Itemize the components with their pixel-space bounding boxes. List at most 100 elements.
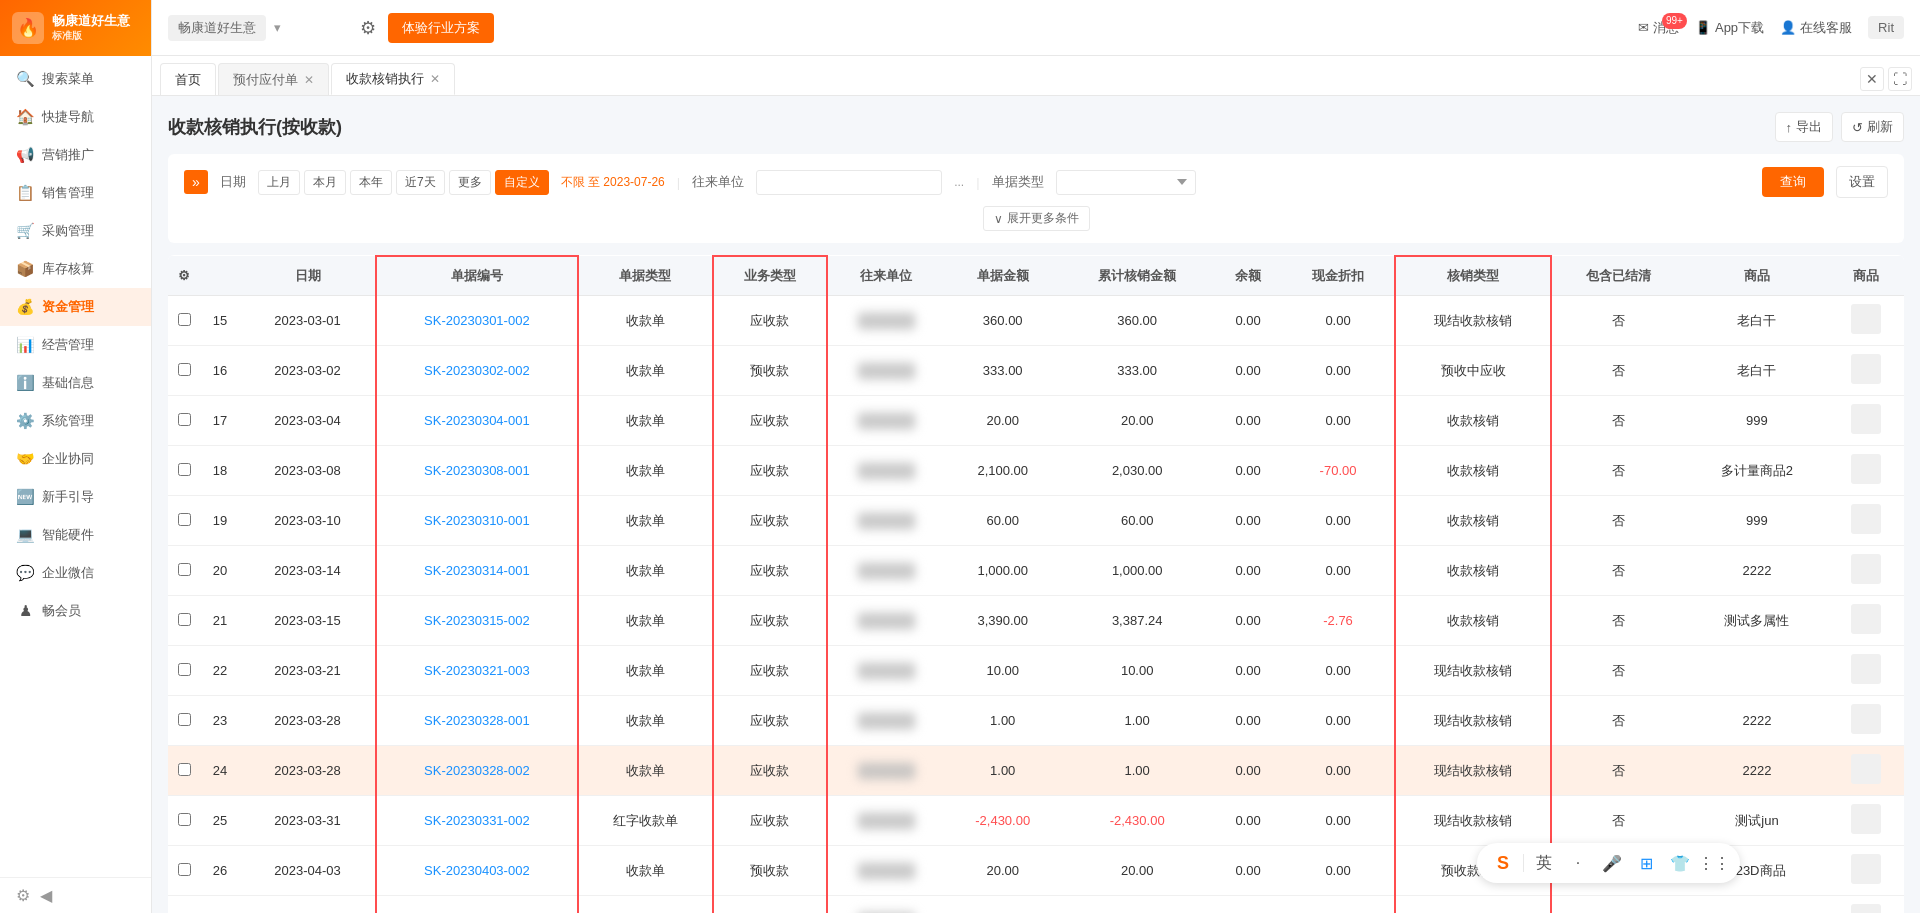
cell-settings[interactable] [168,296,200,346]
sidebar-item-capital[interactable]: 💰 资金管理 [0,288,151,326]
sidebar-item-purchase[interactable]: 🛒 采购管理 [0,212,151,250]
cell-accum-cancel: 3,387.24 [1061,596,1214,646]
dot-icon[interactable]: · [1564,849,1592,877]
shirt-icon[interactable]: 👕 [1666,849,1694,877]
table-row[interactable]: 19 2023-03-10 SK-20230310-001 收款单 应收款 ██… [168,496,1904,546]
cell-settings[interactable] [168,446,200,496]
sidebar-item-search[interactable]: 🔍 搜索菜单 [0,60,151,98]
date-this-month[interactable]: 本月 [304,170,346,195]
topbar-gear-icon[interactable]: ⚙ [360,17,376,39]
query-button[interactable]: 查询 [1762,167,1824,197]
partner-input[interactable] [756,170,942,195]
sidebar-item-quicknav[interactable]: 🏠 快捷导航 [0,98,151,136]
refresh-button[interactable]: ↺ 刷新 [1841,112,1904,142]
cell-bill-no[interactable]: SK-20230314-001 [376,546,577,596]
sidebar-item-marketing[interactable]: 📢 营销推广 [0,136,151,174]
cell-bill-type: 收款单 [578,846,713,896]
online-service-button[interactable]: 👤 在线客服 [1780,19,1852,37]
tab-prepay[interactable]: 预付应付单 ✕ [218,63,329,95]
cell-bill-no[interactable]: SK-20230315-002 [376,596,577,646]
settings-bottom-icon[interactable]: ⚙ [16,886,30,905]
table-row[interactable]: 17 2023-03-04 SK-20230304-001 收款单 应收款 ██… [168,396,1904,446]
floating-toolbar: S 英 · 🎤 ⊞ 👕 ⋮⋮ [1477,843,1740,883]
cell-partner: ██████ [827,746,945,796]
cell-bill-no[interactable]: SK-20230321-003 [376,646,577,696]
table-row[interactable]: 20 2023-03-14 SK-20230314-001 收款单 应收款 ██… [168,546,1904,596]
collapse-icon[interactable]: ◀ [40,886,52,905]
grid-icon[interactable]: ⊞ [1632,849,1660,877]
tab-prepay-close-icon[interactable]: ✕ [304,73,314,87]
sidebar-item-basic[interactable]: ℹ️ 基础信息 [0,364,151,402]
date-this-year[interactable]: 本年 [350,170,392,195]
filter-more-icon[interactable]: ... [954,175,964,189]
brand-arrow-icon[interactable]: ▾ [274,20,281,35]
cell-bill-no[interactable]: SK-20230310-001 [376,496,577,546]
tab-home[interactable]: 首页 [160,63,216,95]
english-icon[interactable]: 英 [1530,849,1558,877]
sidebar-item-member[interactable]: ♟ 畅会员 [0,592,151,630]
messages-button[interactable]: ✉ 消息 99+ [1638,19,1679,37]
cell-settings[interactable] [168,746,200,796]
tab-receipts[interactable]: 收款核销执行 ✕ [331,63,455,95]
date-last-month[interactable]: 上月 [258,170,300,195]
date-more[interactable]: 更多 [449,170,491,195]
cell-bill-no[interactable]: SK-20230328-001 [376,696,577,746]
cell-bill-no[interactable]: SK-20230331-002 [376,796,577,846]
col-settings[interactable]: ⚙ [168,256,200,296]
cell-settings[interactable] [168,796,200,846]
cell-partner: ██████ [827,696,945,746]
sidebar-item-guide[interactable]: 🆕 新手引导 [0,478,151,516]
sidebar-item-corp[interactable]: 🤝 企业协同 [0,440,151,478]
sidebar-item-wechat[interactable]: 💬 企业微信 [0,554,151,592]
cell-settings[interactable] [168,846,200,896]
table-row[interactable]: 23 2023-03-28 SK-20230328-001 收款单 应收款 ██… [168,696,1904,746]
cell-settings[interactable] [168,546,200,596]
app-download-button[interactable]: 📱 App下载 [1695,19,1764,37]
apps-icon[interactable]: ⋮⋮ [1700,849,1728,877]
user-info[interactable]: Rit [1868,16,1904,39]
date-7days[interactable]: 近7天 [396,170,445,195]
cell-goods-img [1829,346,1904,396]
brand-text: 畅康道好生意 [168,15,266,41]
filter-toggle-button[interactable]: » [184,170,208,194]
mic-icon[interactable]: 🎤 [1598,849,1626,877]
tab-receipts-close-icon[interactable]: ✕ [430,72,440,86]
sidebar-item-sales[interactable]: 📋 销售管理 [0,174,151,212]
cell-settings[interactable] [168,646,200,696]
cell-bill-no[interactable]: SK-20230328-002 [376,746,577,796]
cell-settings[interactable] [168,396,200,446]
table-row[interactable]: 21 2023-03-15 SK-20230315-002 收款单 应收款 ██… [168,596,1904,646]
table-row[interactable]: 22 2023-03-21 SK-20230321-003 收款单 应收款 ██… [168,646,1904,696]
date-custom[interactable]: 自定义 [495,170,549,195]
cell-bill-no[interactable]: SK-20230308-001 [376,446,577,496]
sougou-icon[interactable]: S [1489,849,1517,877]
table-row[interactable]: 15 2023-03-01 SK-20230301-002 收款单 应收款 ██… [168,296,1904,346]
table-row[interactable]: 27 2023-04-08 SK-20230408-001 收款单 应收款 ██… [168,896,1904,914]
tab-close-button[interactable]: ✕ [1860,67,1884,91]
sidebar-item-hardware[interactable]: 💻 智能硬件 [0,516,151,554]
cell-bill-no[interactable]: SK-20230403-002 [376,846,577,896]
tab-expand-button[interactable]: ⛶ [1888,67,1912,91]
table-row[interactable]: 16 2023-03-02 SK-20230302-002 收款单 预收款 ██… [168,346,1904,396]
sidebar-item-system[interactable]: ⚙️ 系统管理 [0,402,151,440]
cell-bill-no[interactable]: SK-20230304-001 [376,396,577,446]
export-button[interactable]: ↑ 导出 [1775,112,1834,142]
settings-button[interactable]: 设置 [1836,166,1888,198]
cell-bill-no[interactable]: SK-20230301-002 [376,296,577,346]
cell-settings[interactable] [168,696,200,746]
cell-bill-no[interactable]: SK-20230302-002 [376,346,577,396]
table-row[interactable]: 18 2023-03-08 SK-20230308-001 收款单 应收款 ██… [168,446,1904,496]
cell-settings[interactable] [168,496,200,546]
cell-settings[interactable] [168,346,200,396]
table-row[interactable]: 25 2023-03-31 SK-20230331-002 红字收款单 应收款 … [168,796,1904,846]
topbar-brand: 畅康道好生意 ▾ [168,15,348,41]
expand-conditions-button[interactable]: ∨ 展开更多条件 [983,206,1090,231]
sidebar-item-inventory[interactable]: 📦 库存核算 [0,250,151,288]
cell-bill-no[interactable]: SK-20230408-001 [376,896,577,914]
bill-type-select[interactable] [1056,170,1196,195]
cell-settings[interactable] [168,896,200,914]
table-row[interactable]: 24 2023-03-28 SK-20230328-002 收款单 应收款 ██… [168,746,1904,796]
cell-settings[interactable] [168,596,200,646]
sidebar-item-operation[interactable]: 📊 经营管理 [0,326,151,364]
solution-button[interactable]: 体验行业方案 [388,13,494,43]
